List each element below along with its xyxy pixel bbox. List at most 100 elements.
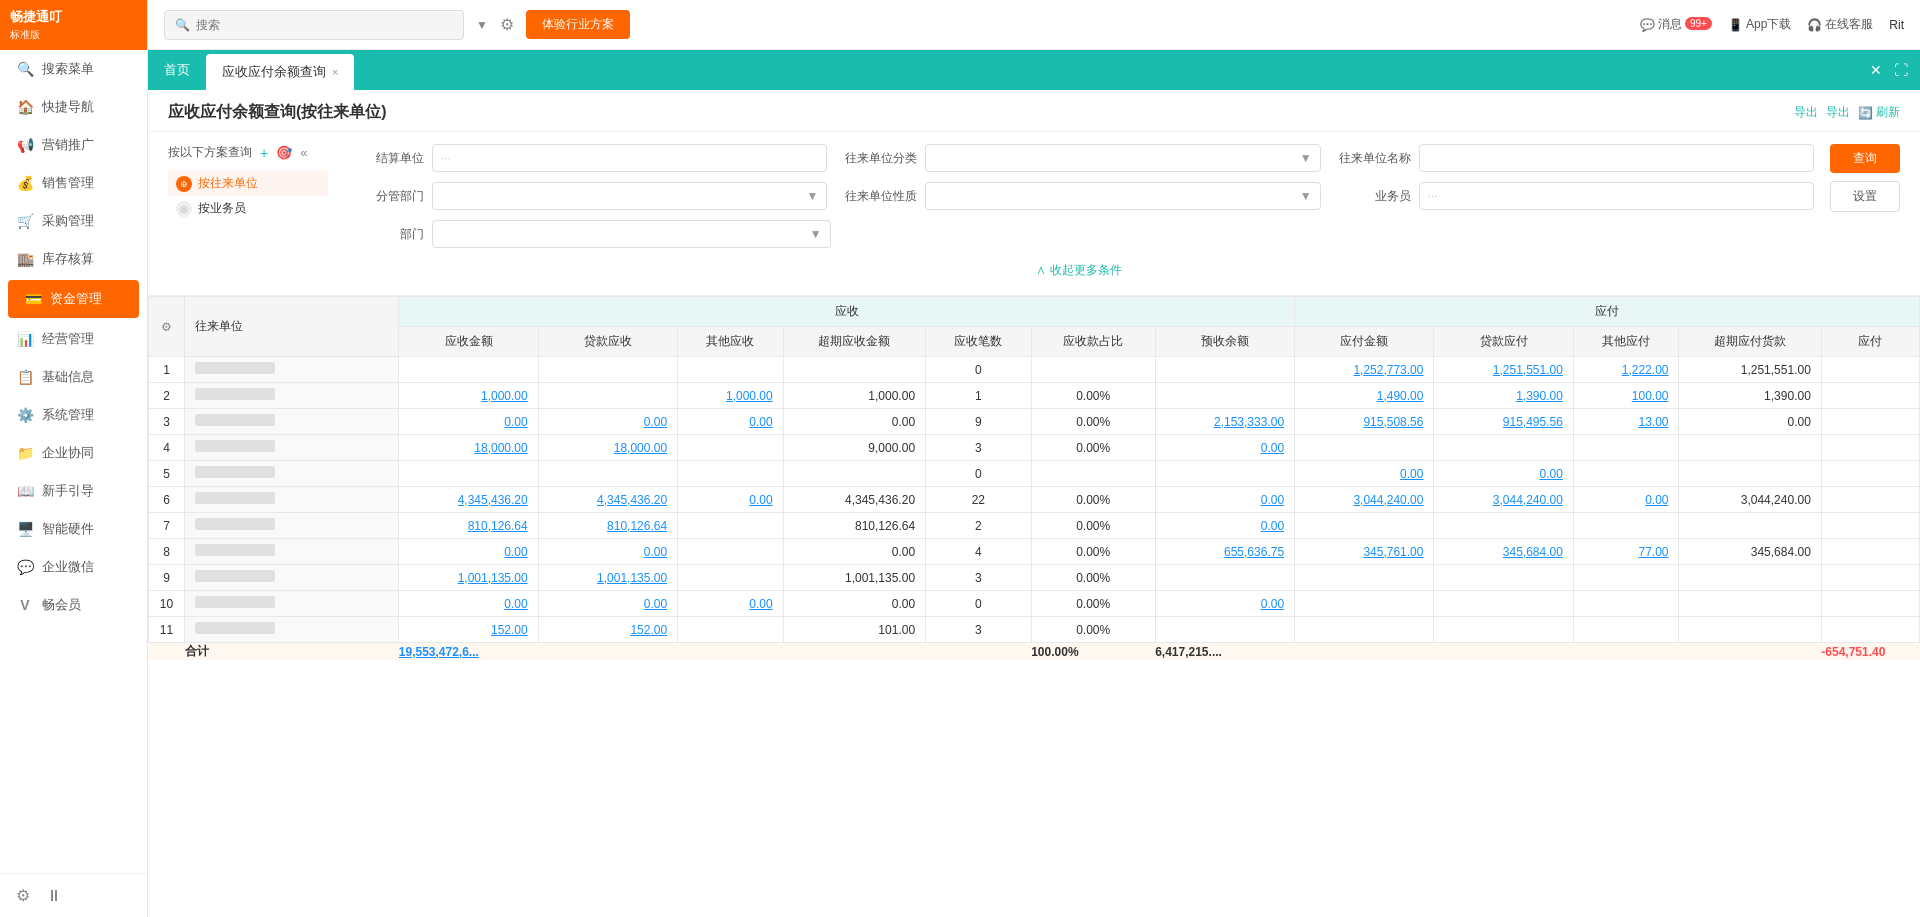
row-loan-pay (1434, 565, 1573, 591)
filter-field-label: 往来单位名称 (1331, 150, 1411, 167)
sidebar-item-wechat[interactable]: 💬 企业微信 (0, 548, 147, 586)
row-index: 4 (149, 435, 185, 461)
table-container: ⚙ 往来单位 应收 应付 应收金额 贷款应收 其他应收 超期应收金额 应收笔数 … (148, 296, 1920, 917)
scheme-by-salesperson[interactable]: ◎ 按业务员 (168, 196, 328, 221)
tab-close-icon[interactable]: × (332, 66, 338, 78)
tab-home[interactable]: 首页 (148, 50, 206, 90)
row-overdue-pay: 1,251,551.00 (1679, 357, 1821, 383)
sidebar-item-guide[interactable]: 📖 新手引导 (0, 472, 147, 510)
page-title: 应收应付余额查询(按往来单位) (168, 102, 387, 123)
sidebar-item-label: 快捷导航 (42, 98, 94, 116)
row-overdue-rec: 0.00 (783, 539, 925, 565)
service-area[interactable]: 🎧 在线客服 (1807, 16, 1873, 33)
purchase-icon: 🛒 (16, 213, 34, 229)
sidebar-item-label: 企业协同 (42, 444, 94, 462)
row-loan-pay (1434, 513, 1573, 539)
filter-name-input[interactable] (1419, 144, 1814, 172)
export-button[interactable]: 导出 (1794, 104, 1818, 121)
row-other-rec (678, 617, 784, 643)
row-loan-rec: 18,000.00 (538, 435, 677, 461)
sidebar-item-quick[interactable]: 🏠 快捷导航 (0, 88, 147, 126)
search-input[interactable] (196, 18, 453, 32)
edit-scheme-icon[interactable]: 🎯 (276, 145, 292, 160)
col-receivable-amount: 应收金额 (399, 327, 538, 357)
filter-row-3: 部门 ▼ (344, 220, 1814, 248)
inventory-icon: 🏬 (16, 251, 34, 267)
table-settings-col[interactable]: ⚙ (149, 297, 185, 357)
sidebar-collapse-icon[interactable]: ⏸ (46, 887, 62, 905)
row-overdue-pay: 1,390.00 (1679, 383, 1821, 409)
sidebar-item-purchase[interactable]: 🛒 采购管理 (0, 202, 147, 240)
scheme-by-partner[interactable]: ⊕ 按往来单位 (168, 171, 328, 196)
sidebar-item-search[interactable]: 🔍 搜索菜单 (0, 50, 147, 88)
row-overdue-pay (1679, 565, 1821, 591)
row-partner (185, 461, 399, 487)
footer-prepaid: 6,417,215.... (1155, 643, 1294, 661)
sidebar-item-sales[interactable]: 💰 销售管理 (0, 164, 147, 202)
export-label[interactable]: 导出 (1826, 104, 1850, 121)
col-partner-header: 往来单位 (185, 297, 399, 357)
row-pay-partial (1821, 513, 1919, 539)
row-payable: 915,508.56 (1295, 409, 1434, 435)
topbar-right: 💬 消息 99+ 📱 App下载 🎧 在线客服 Rit (1640, 16, 1904, 33)
sidebar-item-inventory[interactable]: 🏬 库存核算 (0, 240, 147, 278)
message-area[interactable]: 💬 消息 99+ (1640, 16, 1712, 33)
sidebar-settings-icon[interactable]: ⚙ (16, 886, 30, 905)
sidebar-item-member[interactable]: V 畅会员 (0, 586, 147, 624)
sidebar-item-marketing[interactable]: 📢 营销推广 (0, 126, 147, 164)
message-badge: 99+ (1685, 17, 1712, 30)
row-partner (185, 383, 399, 409)
row-payable: 1,252,773.00 (1295, 357, 1434, 383)
tab-receivable[interactable]: 应收应付余额查询 × (206, 54, 354, 90)
row-count: 3 (926, 565, 1032, 591)
footer-receivable[interactable]: 19,553,472,6... (399, 643, 538, 661)
row-partner (185, 565, 399, 591)
query-button[interactable]: 查询 (1830, 144, 1900, 173)
filter-field-dept: 分管部门 ▼ (344, 182, 827, 210)
gear-icon[interactable]: ⚙ (500, 15, 514, 34)
row-ratio: 0.00% (1031, 435, 1155, 461)
filter-category-input[interactable]: ▼ (925, 144, 1320, 172)
message-icon: 💬 (1640, 18, 1655, 32)
main-area: 🔍 ▼ ⚙ 体验行业方案 💬 消息 99+ 📱 App下载 🎧 在线客服 Rit (148, 0, 1920, 917)
row-other-rec: 0.00 (678, 409, 784, 435)
row-partner (185, 617, 399, 643)
topbar-search-box: 🔍 (164, 10, 464, 40)
filter-dept-input[interactable]: ▼ (432, 182, 827, 210)
window-expand-icon[interactable]: ⛶ (1894, 62, 1908, 78)
user-name[interactable]: Rit (1889, 18, 1904, 32)
filter-settlement-input[interactable]: ··· (432, 144, 827, 172)
tab-active-label: 应收应付余额查询 (222, 63, 326, 81)
sidebar-item-basic[interactable]: 📋 基础信息 (0, 358, 147, 396)
search-icon: 🔍 (16, 61, 34, 77)
app-download-area[interactable]: 📱 App下载 (1728, 16, 1791, 33)
add-scheme-icon[interactable]: + (260, 145, 268, 161)
filter-division-input[interactable]: ▼ (432, 220, 831, 248)
row-receivable (399, 461, 538, 487)
row-other-pay: 13.00 (1573, 409, 1679, 435)
collapse-scheme-icon[interactable]: « (300, 145, 307, 160)
row-overdue-rec: 1,001,135.00 (783, 565, 925, 591)
sidebar-item-operations[interactable]: 📊 经营管理 (0, 320, 147, 358)
dropdown-icon[interactable]: ▼ (476, 18, 488, 32)
sidebar-item-finance[interactable]: 💳 资金管理 (8, 280, 139, 318)
scheme-icon2: ◎ (176, 201, 192, 217)
sidebar-item-system[interactable]: ⚙️ 系统管理 (0, 396, 147, 434)
row-other-pay (1573, 513, 1679, 539)
settings-button[interactable]: 设置 (1830, 181, 1900, 212)
filter-nature-input[interactable]: ▼ (925, 182, 1320, 210)
filter-field-salesperson: 业务员 ··· (1331, 182, 1814, 210)
refresh-button[interactable]: 🔄 刷新 (1858, 104, 1900, 121)
sidebar-item-hardware[interactable]: 🖥️ 智能硬件 (0, 510, 147, 548)
window-close-icon[interactable]: ✕ (1870, 62, 1882, 78)
trial-button[interactable]: 体验行业方案 (526, 10, 630, 39)
col-loan-receivable: 贷款应收 (538, 327, 677, 357)
row-ratio: 0.00% (1031, 383, 1155, 409)
row-loan-pay: 915,495.56 (1434, 409, 1573, 435)
sidebar-item-label: 库存核算 (42, 250, 94, 268)
filter-salesperson-input[interactable]: ··· (1419, 182, 1814, 210)
collapse-bar[interactable]: ∧ 收起更多条件 (344, 258, 1814, 283)
page-actions: 导出 导出 🔄 刷新 (1794, 104, 1900, 121)
scheme-label2: 按业务员 (198, 200, 246, 217)
sidebar-item-enterprise[interactable]: 📁 企业协同 (0, 434, 147, 472)
